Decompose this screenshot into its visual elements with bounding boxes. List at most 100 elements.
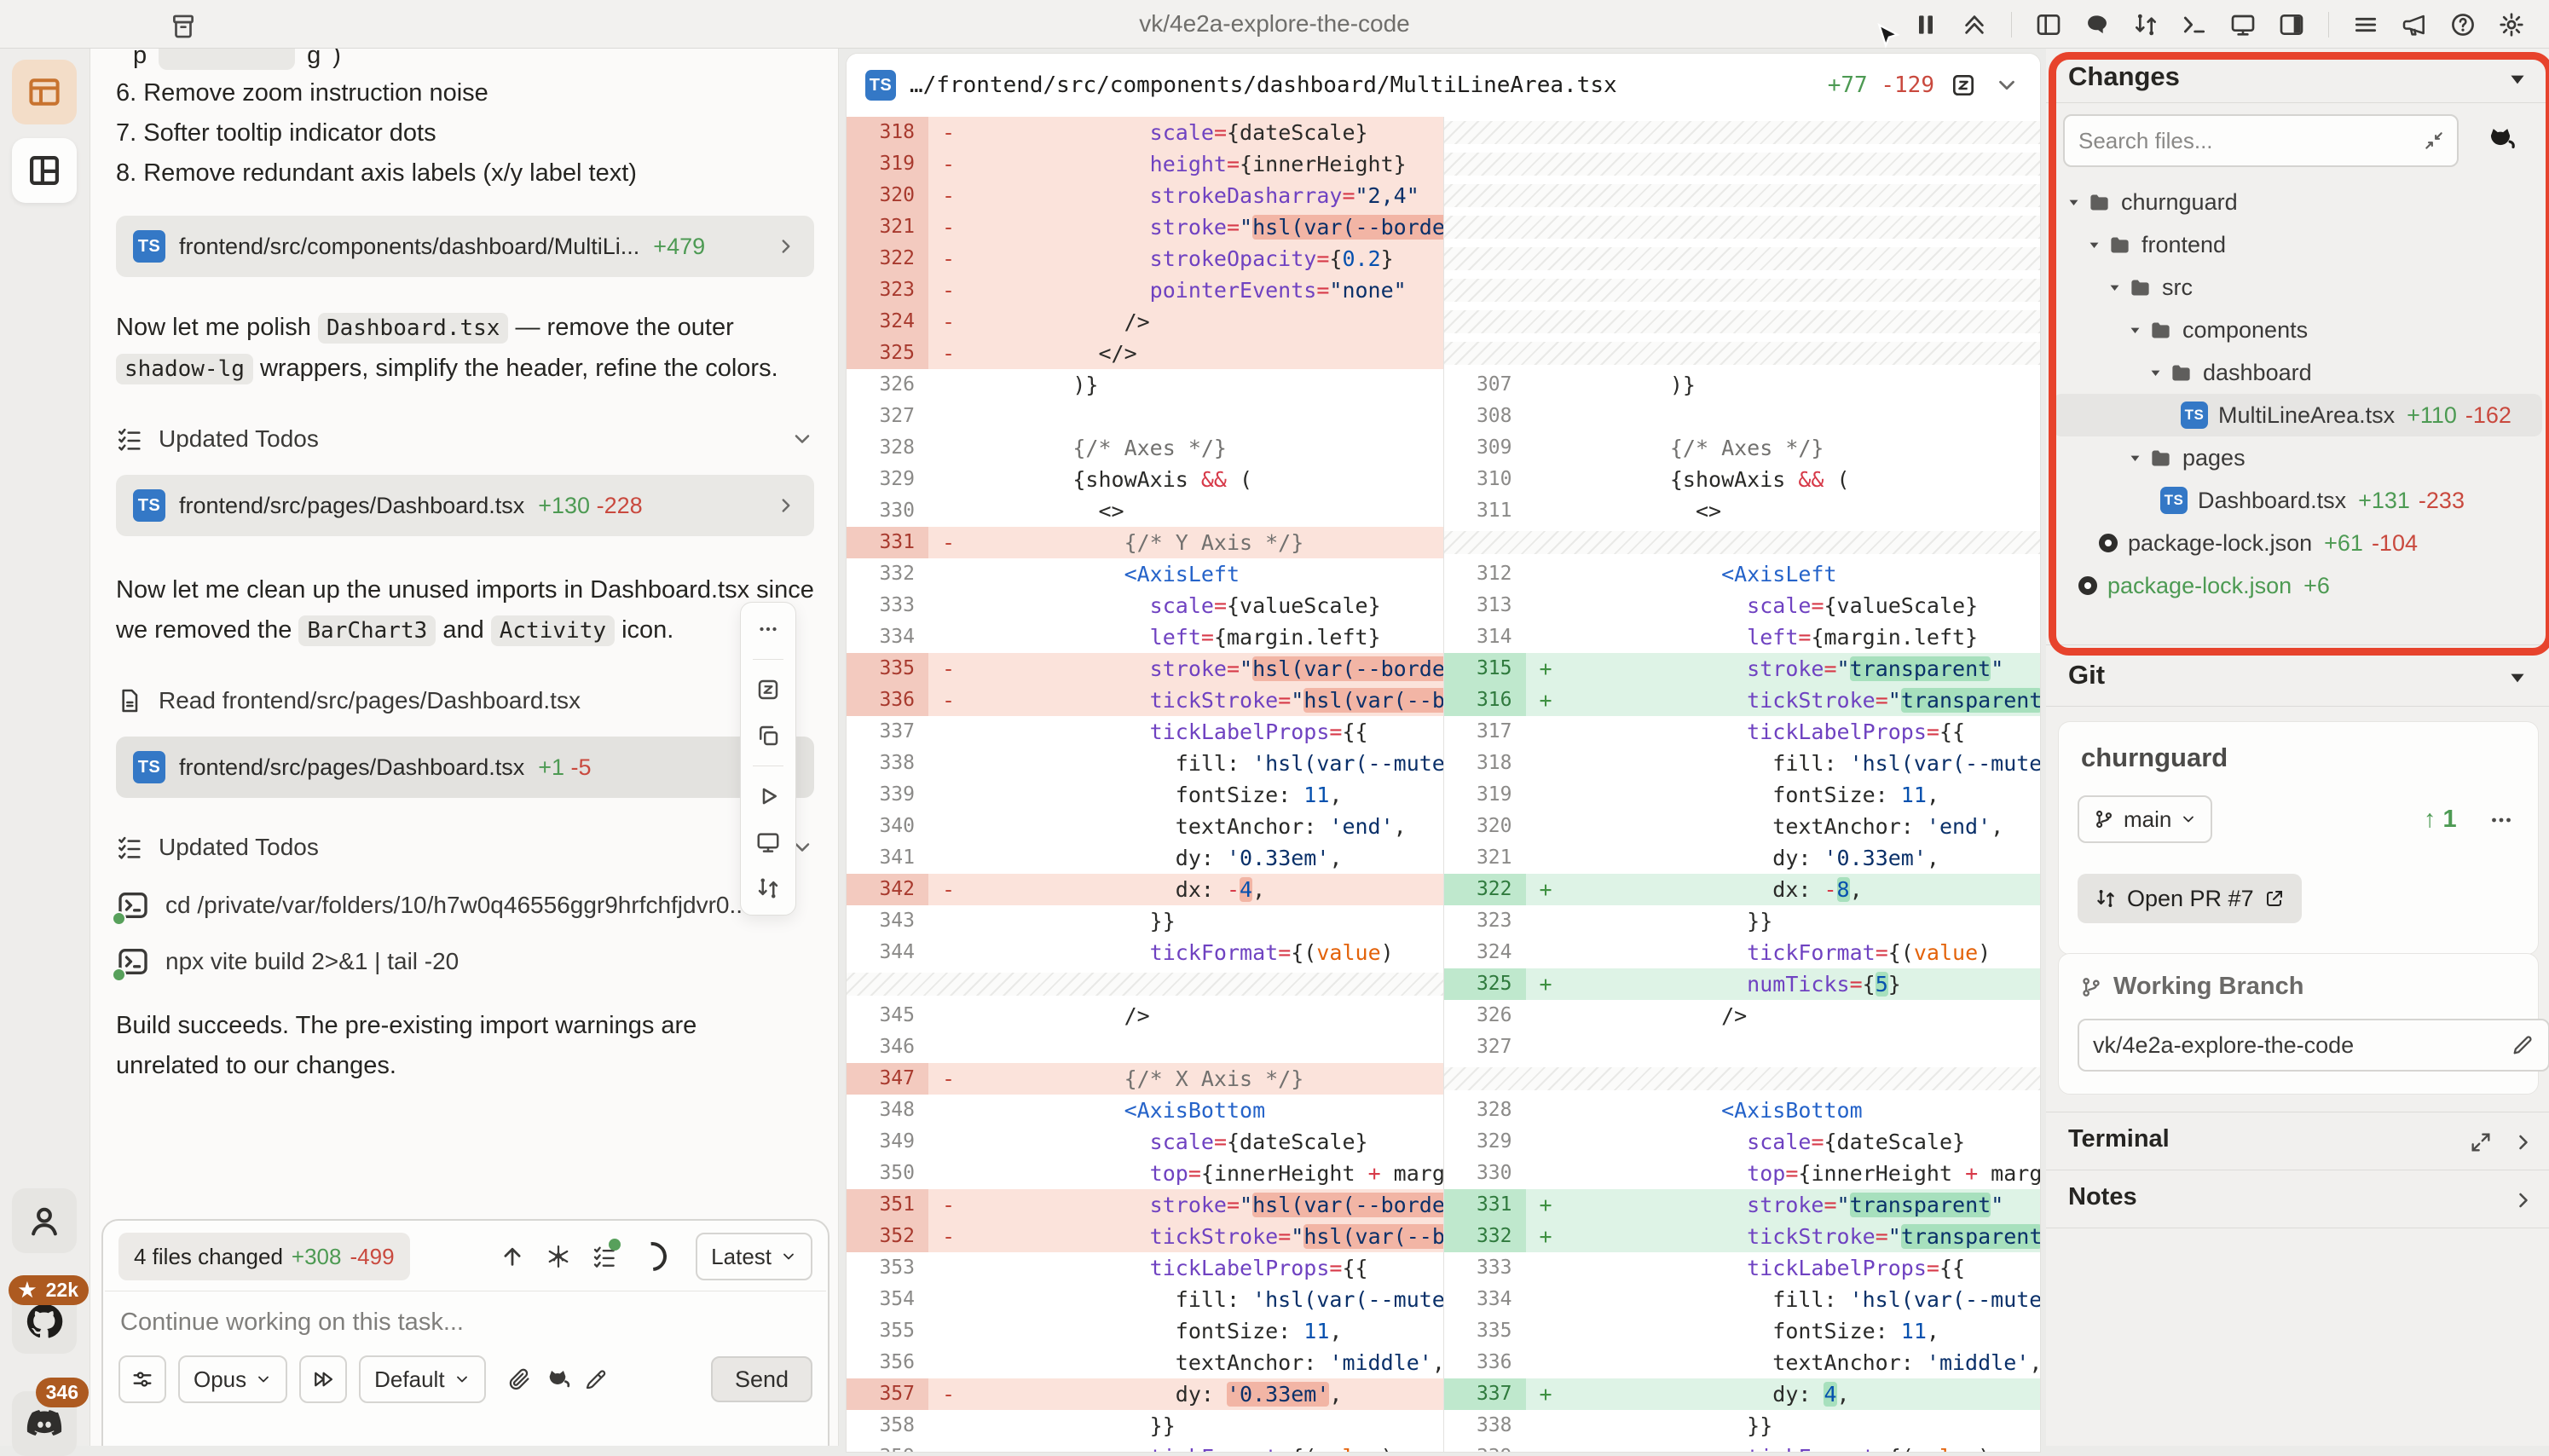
diff-row: 320- strokeDasharray="2,4": [847, 180, 1443, 211]
terminal-button[interactable]: [2179, 9, 2210, 40]
announcements-button[interactable]: [2399, 9, 2430, 40]
terminal-expand-button[interactable]: [2467, 1129, 2494, 1156]
search-files-input[interactable]: [2077, 127, 2414, 155]
scroll-up-button[interactable]: [500, 1244, 525, 1269]
github-stars-badge: ★ 22k: [9, 1275, 89, 1305]
diff-row: 328 <AxisBottom: [1444, 1095, 2041, 1126]
file-change-chip-multilinearea[interactable]: TS frontend/src/components/dashboard/Mul…: [116, 216, 814, 277]
preview-button[interactable]: [752, 826, 784, 858]
diff-pane-new: 307 )}308309 {/* Axes */}310 {showAxis &…: [1443, 117, 2041, 1452]
folder-caret-icon: [2128, 323, 2142, 338]
changes-section-title: Changes: [2068, 61, 2180, 92]
diff-row: 345 />: [847, 1000, 1443, 1031]
tree-folder-components[interactable]: components: [2053, 309, 2542, 351]
collapse-all-button[interactable]: [1959, 9, 1990, 40]
toggle-right-panel-button[interactable]: [2276, 9, 2307, 40]
collapse-diff-button[interactable]: [1992, 71, 2021, 100]
cat-icon: [2484, 123, 2517, 155]
cat-view-button[interactable]: [2483, 121, 2518, 157]
files-changed-chip[interactable]: 4 files changed +308 -499: [118, 1233, 410, 1280]
composer-settings-button[interactable]: [118, 1355, 166, 1403]
model-dropdown[interactable]: Opus: [178, 1355, 287, 1403]
collapse-tree-icon[interactable]: [2423, 130, 2445, 152]
version-dropdown[interactable]: Latest: [696, 1233, 812, 1280]
run-button[interactable]: [752, 780, 784, 812]
rail-item-account[interactable]: [12, 1188, 77, 1253]
tree-folder-dashboard[interactable]: dashboard: [2053, 351, 2542, 394]
tree-file-Dashboard.tsx[interactable]: TSDashboard.tsx+131-233: [2053, 479, 2542, 522]
terminal-command-row-1[interactable]: cd /private/var/folders/10/h7w0q46556ggr…: [116, 888, 814, 922]
file-change-chip-dashboard-2[interactable]: TS frontend/src/pages/Dashboard.tsx +1 -…: [116, 737, 814, 798]
spark-icon[interactable]: [546, 1244, 571, 1269]
changes-collapse-caret[interactable]: [2506, 68, 2529, 90]
settings-button[interactable]: [2496, 9, 2527, 40]
toolbar-divider: [2011, 12, 2012, 38]
cat-agent-button[interactable]: [544, 1366, 571, 1393]
tree-file-package-lock.json[interactable]: package-lock.json+61-104: [2053, 522, 2542, 564]
edit-branch-icon[interactable]: [2511, 1033, 2535, 1057]
tree-folder-churnguard[interactable]: churnguard: [2053, 181, 2542, 223]
tree-folder-src[interactable]: src: [2053, 266, 2542, 309]
discord-icon: [24, 1403, 65, 1444]
preview-monitor-button[interactable]: [2228, 9, 2258, 40]
diff-row: 317 tickLabelProps={{: [1444, 716, 2041, 748]
terminal-open-caret[interactable]: [2510, 1129, 2537, 1156]
fast-forward-button[interactable]: [299, 1355, 347, 1403]
help-button[interactable]: [2448, 9, 2478, 40]
rail-item-github[interactable]: ★ 22k: [12, 1289, 77, 1354]
chat-panel-button[interactable]: [2082, 9, 2113, 40]
read-file-row[interactable]: Read frontend/src/pages/Dashboard.tsx: [116, 687, 814, 714]
git-collapse-caret[interactable]: [2506, 667, 2529, 689]
diff-row: 322- strokeOpacity={0.2}: [847, 243, 1443, 274]
rail-item-workspace-active[interactable]: [12, 60, 77, 124]
folder-icon: [2170, 361, 2193, 384]
send-button[interactable]: Send: [711, 1356, 812, 1402]
terminal-command-row-2[interactable]: npx vite build 2>&1 | tail -20: [116, 945, 814, 979]
attach-file-button[interactable]: [506, 1366, 532, 1392]
git-more-button[interactable]: [2485, 804, 2517, 836]
git-compare-button[interactable]: [752, 872, 784, 904]
pen-button[interactable]: [583, 1366, 609, 1392]
github-icon: [24, 1301, 65, 1342]
copy-button[interactable]: [752, 719, 784, 752]
rail-item-board[interactable]: [12, 138, 77, 203]
tree-file-MultiLineArea.tsx[interactable]: TSMultiLineArea.tsx+110-162: [2053, 394, 2542, 436]
file-change-chip-dashboard-1[interactable]: TS frontend/src/pages/Dashboard.tsx +130…: [116, 475, 814, 536]
diff-row: 331+ stroke="transparent": [1444, 1189, 2041, 1221]
diff-row: 350 top={innerHeight + margin.top}: [847, 1158, 1443, 1189]
toggle-left-panel-button[interactable]: [2033, 9, 2064, 40]
diff-row: 324- />: [847, 306, 1443, 338]
branch-dropdown[interactable]: main: [2078, 795, 2212, 843]
rail-item-discord[interactable]: 346: [12, 1391, 77, 1456]
todos-active-dot: [609, 1239, 621, 1251]
tree-folder-pages[interactable]: pages: [2053, 436, 2542, 479]
archive-box-icon[interactable]: [167, 10, 199, 43]
working-branch-field[interactable]: vk/4e2a-explore-the-code: [2078, 1019, 2549, 1072]
inline-code: BarChart3: [298, 615, 436, 646]
menu-button[interactable]: [2350, 9, 2381, 40]
diff-row: 338 fill: 'hsl(var(--muted-foreground))'…: [847, 748, 1443, 779]
message-input[interactable]: Continue working on this task...: [103, 1291, 828, 1337]
git-sync-button[interactable]: [2130, 9, 2161, 40]
diff-row: 316+ tickStroke="transparent": [1444, 685, 2041, 716]
diff-mode-button[interactable]: [1948, 70, 1979, 101]
open-pr-button[interactable]: Open PR #7: [2078, 874, 2302, 923]
mode-dropdown[interactable]: Default: [359, 1355, 485, 1403]
chat-panel: p g ) 6. Remove zoom instruction noise 7…: [90, 48, 839, 1446]
updated-todos-row[interactable]: Updated Todos: [116, 425, 814, 453]
diff-row: 319- height={innerHeight}: [847, 148, 1443, 180]
tree-file-package-lock.json[interactable]: package-lock.json+6: [2053, 564, 2542, 607]
diff-row: 331- {/* Y Axis */}: [847, 527, 1443, 558]
todos-status-button[interactable]: [592, 1244, 617, 1269]
view-diff-button[interactable]: [752, 673, 784, 706]
diff-row: 336- tickStroke="hsl(var(--border))": [847, 685, 1443, 716]
notes-open-caret[interactable]: [2510, 1187, 2537, 1214]
diff-row: 325- </>: [847, 338, 1443, 369]
more-options-button[interactable]: [752, 613, 784, 645]
tree-folder-frontend[interactable]: frontend: [2053, 223, 2542, 266]
updated-todos-row-2[interactable]: Updated Todos: [116, 834, 814, 861]
diff-row: 349 scale={dateScale}: [847, 1126, 1443, 1158]
diff-row: 326 )}: [847, 369, 1443, 401]
pause-button[interactable]: [1910, 9, 1941, 40]
diff-row: 356 textAnchor: 'middle',: [847, 1347, 1443, 1378]
